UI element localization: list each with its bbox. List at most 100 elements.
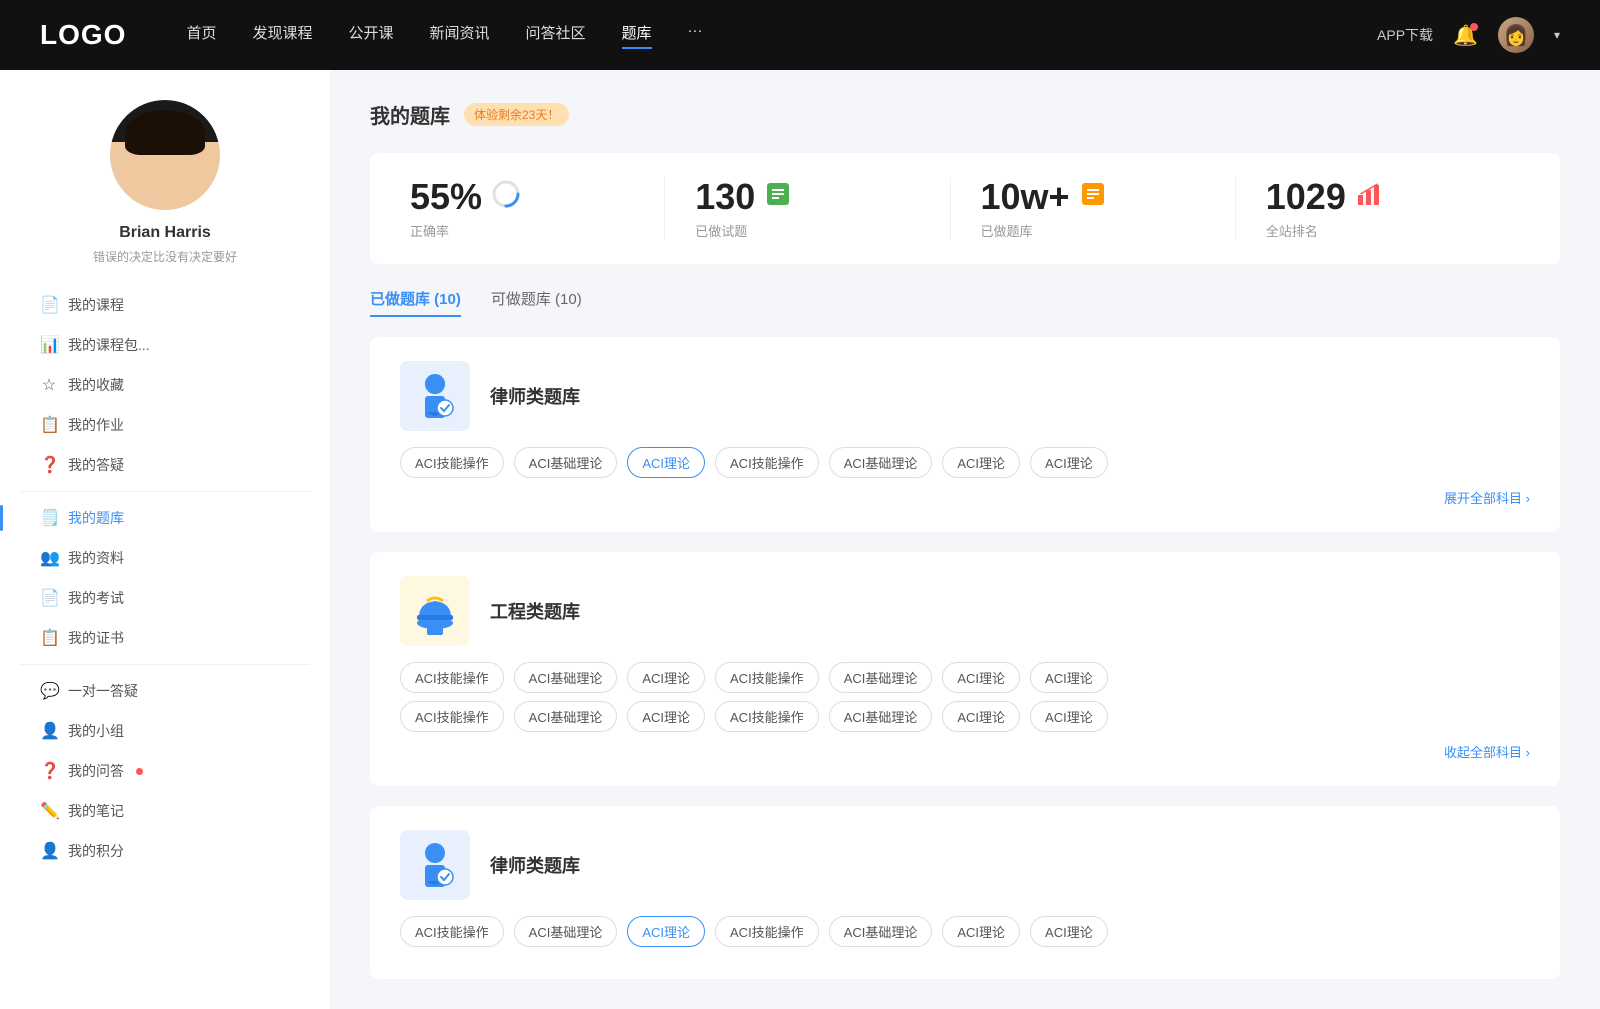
nav-open[interactable]: 公开课 — [348, 22, 393, 49]
sidebar-item-points[interactable]: 👤 我的积分 — [20, 831, 310, 871]
sidebar-motto: 错误的决定比没有决定要好 — [93, 248, 237, 265]
qa-dot — [136, 768, 143, 775]
done-questions-label: 已做试题 — [695, 221, 747, 240]
nav-home[interactable]: 首页 — [186, 22, 216, 49]
bank-header-engineer: 工程类题库 — [400, 576, 1530, 646]
bank-header-lawyer-2: 律师类题库 — [400, 830, 1530, 900]
sidebar-item-my-course[interactable]: 📄 我的课程 — [20, 285, 310, 325]
lawyer-icon-2 — [409, 839, 461, 891]
tag[interactable]: ACI基础理论 — [829, 447, 933, 478]
bank-icon-engineer — [400, 576, 470, 646]
tag[interactable]: ACI技能操作 — [715, 916, 819, 947]
sidebar-item-materials[interactable]: 👥 我的资料 — [20, 538, 310, 578]
logo: LOGO — [40, 19, 126, 51]
page-title: 我的题库 — [370, 100, 450, 129]
bank-icon-lawyer-2 — [400, 830, 470, 900]
bank-tags-row-engineer-2: ACI技能操作 ACI基础理论 ACI理论 ACI技能操作 ACI基础理论 AC… — [400, 701, 1530, 732]
done-banks-label: 已做题库 — [981, 221, 1033, 240]
sidebar-item-favorites[interactable]: ☆ 我的收藏 — [20, 365, 310, 405]
tag[interactable]: ACI基础理论 — [514, 662, 618, 693]
tag[interactable]: ACI理论 — [1030, 916, 1108, 947]
tag[interactable]: ACI技能操作 — [400, 701, 504, 732]
sidebar-item-group[interactable]: 👤 我的小组 — [20, 711, 310, 751]
chevron-down-icon[interactable]: ▾ — [1554, 28, 1560, 42]
tag[interactable]: ACI理论 — [1030, 662, 1108, 693]
tag[interactable]: ACI基础理论 — [514, 916, 618, 947]
tag-active[interactable]: ACI理论 — [627, 916, 705, 947]
sidebar-item-label: 我的笔记 — [68, 801, 124, 821]
doc-icon: 📄 — [40, 588, 58, 608]
bank-tags-engineer-2: ACI技能操作 ACI基础理论 ACI理论 ACI技能操作 ACI基础理论 AC… — [400, 701, 1530, 732]
chart-icon: 📊 — [40, 335, 58, 355]
bank-header-lawyer-1: 律师类题库 — [400, 361, 1530, 431]
nav-right: APP下载 🔔 👩 ▾ — [1377, 17, 1560, 53]
tab-available-banks[interactable]: 可做题库 (10) — [491, 288, 582, 317]
sidebar-item-label: 我的作业 — [68, 415, 124, 435]
tag[interactable]: ACI理论 — [942, 662, 1020, 693]
avatar[interactable]: 👩 — [1498, 17, 1534, 53]
done-banks-icon — [1080, 181, 1106, 213]
sidebar-item-course-package[interactable]: 📊 我的课程包... — [20, 325, 310, 365]
bank-icon: 🗒️ — [40, 508, 58, 528]
sidebar-item-my-qa[interactable]: ❓ 我的问答 — [20, 751, 310, 791]
collapse-link-engineer[interactable]: 收起全部科目 › — [1444, 745, 1530, 760]
sidebar-item-label: 我的证书 — [68, 628, 124, 648]
tag[interactable]: ACI理论 — [942, 701, 1020, 732]
nav-discover[interactable]: 发现课程 — [252, 22, 312, 49]
tag-active[interactable]: ACI理论 — [627, 447, 705, 478]
sidebar-item-label: 我的题库 — [68, 508, 124, 528]
stat-ranking: 1029 全站排名 — [1236, 177, 1520, 240]
sidebar-item-notes[interactable]: ✏️ 我的笔记 — [20, 791, 310, 831]
tag[interactable]: ACI理论 — [1030, 701, 1108, 732]
bank-card-lawyer-2: 律师类题库 ACI技能操作 ACI基础理论 ACI理论 ACI技能操作 ACI基… — [370, 806, 1560, 979]
bank-card-engineer: 工程类题库 ACI技能操作 ACI基础理论 ACI理论 ACI技能操作 ACI基… — [370, 552, 1560, 786]
tag[interactable]: ACI基础理论 — [829, 916, 933, 947]
tag[interactable]: ACI技能操作 — [400, 662, 504, 693]
sidebar-divider-2 — [20, 664, 310, 665]
app-download-button[interactable]: APP下载 — [1377, 25, 1433, 45]
main-content: 我的题库 体验剩余23天！ 55% 正确率 13 — [330, 70, 1600, 1009]
tag[interactable]: ACI基础理论 — [829, 662, 933, 693]
nav-news[interactable]: 新闻资讯 — [430, 22, 490, 49]
stat-accuracy: 55% 正确率 — [410, 177, 665, 240]
tag[interactable]: ACI技能操作 — [715, 701, 819, 732]
bank-tags-lawyer-2: ACI技能操作 ACI基础理论 ACI理论 ACI技能操作 ACI基础理论 AC… — [400, 916, 1530, 947]
tag[interactable]: ACI基础理论 — [514, 447, 618, 478]
sidebar-item-label: 我的资料 — [68, 548, 124, 568]
expand-link-lawyer-1[interactable]: 展开全部科目 › — [1444, 491, 1530, 506]
sidebar-item-exam[interactable]: 📄 我的考试 — [20, 578, 310, 618]
tag[interactable]: ACI理论 — [1030, 447, 1108, 478]
tag[interactable]: ACI理论 — [942, 447, 1020, 478]
sidebar-item-certificate[interactable]: 📋 我的证书 — [20, 618, 310, 658]
engineer-icon — [409, 585, 461, 637]
tag[interactable]: ACI基础理论 — [829, 701, 933, 732]
ranking-icon — [1356, 181, 1382, 213]
accuracy-value: 55% — [410, 177, 482, 217]
accuracy-icon — [492, 180, 520, 214]
stat-ranking-row: 1029 — [1266, 177, 1382, 217]
tab-done-banks[interactable]: 已做题库 (10) — [370, 288, 461, 317]
tag[interactable]: ACI技能操作 — [715, 447, 819, 478]
bank-tags-engineer-1: ACI技能操作 ACI基础理论 ACI理论 ACI技能操作 ACI基础理论 AC… — [400, 662, 1530, 693]
tag[interactable]: ACI技能操作 — [400, 916, 504, 947]
sidebar-item-tutoring[interactable]: 💬 一对一答疑 — [20, 671, 310, 711]
sidebar-item-questions[interactable]: ❓ 我的答疑 — [20, 445, 310, 485]
tag[interactable]: ACI技能操作 — [715, 662, 819, 693]
notification-bell[interactable]: 🔔 — [1453, 23, 1478, 48]
notes-icon: ✏️ — [40, 801, 58, 821]
tag[interactable]: ACI基础理论 — [514, 701, 618, 732]
sidebar-item-homework[interactable]: 📋 我的作业 — [20, 405, 310, 445]
tag[interactable]: ACI理论 — [627, 662, 705, 693]
nav-more[interactable]: ··· — [688, 22, 703, 49]
star-icon: ☆ — [40, 375, 58, 395]
stat-done-banks: 10w+ 已做题库 — [951, 177, 1236, 240]
tag[interactable]: ACI技能操作 — [400, 447, 504, 478]
sidebar-item-label: 我的课程包... — [68, 335, 150, 355]
sidebar-item-question-bank[interactable]: 🗒️ 我的题库 — [20, 498, 310, 538]
nav-qa[interactable]: 问答社区 — [526, 22, 586, 49]
tag[interactable]: ACI理论 — [627, 701, 705, 732]
avatar-image: 👩 — [1498, 17, 1534, 53]
nav-qbank[interactable]: 题库 — [622, 22, 652, 49]
tag[interactable]: ACI理论 — [942, 916, 1020, 947]
sidebar-item-label: 我的小组 — [68, 721, 124, 741]
